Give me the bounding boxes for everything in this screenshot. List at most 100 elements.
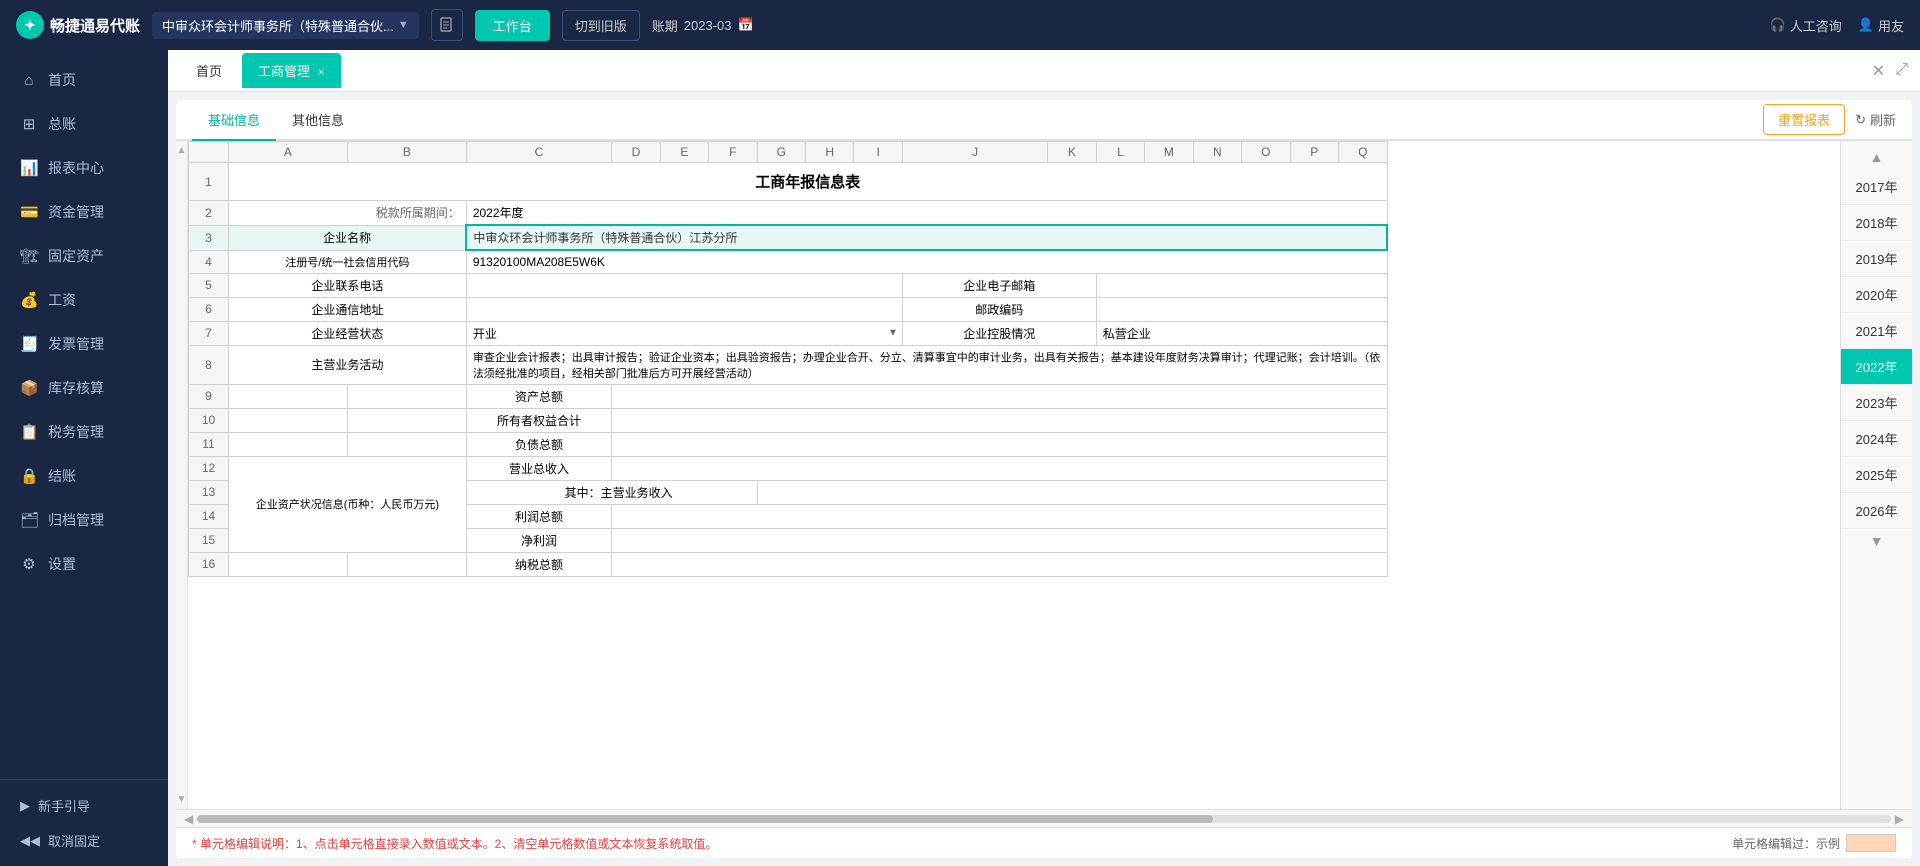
topbar: ✦ 畅捷通易代账 中审众环会计师事务所（特殊普通合伙... ▼ 工作台 切到旧版…	[0, 0, 1920, 50]
corner-cell	[189, 142, 229, 163]
year-2020[interactable]: 2020年	[1841, 277, 1912, 313]
year-2018[interactable]: 2018年	[1841, 205, 1912, 241]
sidebar-item-fund[interactable]: 💳 资金管理	[0, 190, 168, 234]
net-profit-value[interactable]	[612, 528, 1387, 552]
asset-value-11[interactable]	[612, 432, 1387, 456]
calendar-icon[interactable]: 📅	[738, 17, 754, 33]
biz-status-value[interactable]: 开业 ▼	[466, 321, 902, 345]
table-row: 9 资产总额	[189, 384, 1388, 408]
sidebar-scroll: ⌂ 首页 ⊞ 总账 📊 报表中心 💳 资金管理 🏗 固定资产 💰 工资	[0, 58, 168, 779]
year-2026[interactable]: 2026年	[1841, 493, 1912, 529]
sidebar-item-inventory[interactable]: 📦 库存核算	[0, 366, 168, 410]
ledger-icon: ⊞	[20, 115, 38, 133]
row-num-16: 16	[189, 552, 229, 576]
company-dropdown-icon: ▼	[398, 19, 409, 31]
postcode-value[interactable]	[1096, 297, 1387, 321]
close-accounts-icon: 🔒	[20, 467, 38, 485]
reg-num-value[interactable]: 91320100MA208E5W6K	[466, 250, 1387, 273]
year-2022[interactable]: 2022年	[1841, 349, 1912, 385]
user-menu[interactable]: 👤 用友	[1858, 16, 1904, 35]
holding-value[interactable]: 私营企业	[1096, 321, 1387, 345]
year-2023[interactable]: 2023年	[1841, 385, 1912, 421]
workbench-button[interactable]: 工作台	[475, 10, 550, 41]
left-scroll-indicator[interactable]: ▲ ▼	[176, 141, 188, 809]
report-icon: 📊	[20, 159, 38, 177]
tab-home[interactable]: 首页	[180, 53, 238, 88]
sidebar-item-report[interactable]: 📊 报表中心	[0, 146, 168, 190]
sidebar-item-settings[interactable]: ⚙ 设置	[0, 542, 168, 586]
row-num-13: 13	[189, 480, 229, 504]
year-2019[interactable]: 2019年	[1841, 241, 1912, 277]
postcode-label: 邮政编码	[902, 297, 1096, 321]
tab-business[interactable]: 工商管理 ×	[242, 53, 341, 88]
sidebar-label-ledger: 总账	[48, 114, 76, 134]
company-name-value[interactable]: 中审众环会计师事务所（特殊普通合伙）江苏分所	[466, 225, 1387, 250]
unpin-button[interactable]: ◀◀ 取消固定	[0, 823, 168, 858]
subtab-basic[interactable]: 基础信息	[192, 100, 276, 141]
document-icon[interactable]	[431, 9, 463, 41]
refresh-button[interactable]: ↻ 刷新	[1855, 110, 1896, 129]
fund-icon: 💳	[20, 203, 38, 221]
tab-close-button[interactable]: ×	[318, 65, 325, 79]
sidebar-item-invoice[interactable]: 🧾 发票管理	[0, 322, 168, 366]
asset-value-10[interactable]	[612, 408, 1387, 432]
period-value-cell[interactable]: 2022年度	[466, 201, 1387, 226]
main-revenue-value[interactable]	[757, 480, 1387, 504]
h-scrollbar-track[interactable]	[197, 815, 1891, 823]
table-row: 5 企业联系电话 企业电子邮箱	[189, 273, 1388, 297]
page-content: 基础信息 其他信息 重置报表 ↻ 刷新 ▲ ▼	[176, 100, 1912, 858]
table-row: 10 所有者权益合计	[189, 408, 1388, 432]
sidebar-item-ledger[interactable]: ⊞ 总账	[0, 102, 168, 146]
reset-button[interactable]: 重置报表	[1763, 104, 1845, 135]
inventory-icon: 📦	[20, 379, 38, 397]
sidebar-item-close[interactable]: 🔒 结账	[0, 454, 168, 498]
profit-total-label: 利润总额	[466, 504, 611, 528]
table-row: 11 负债总额	[189, 432, 1388, 456]
total-tax-value[interactable]	[612, 552, 1387, 576]
main-biz-value[interactable]: 审查企业会计报表；出具审计报告；验证企业资本；出具验资报告；办理企业合开、分立、…	[466, 345, 1387, 384]
profit-total-value[interactable]	[612, 504, 1387, 528]
total-revenue-value[interactable]	[612, 456, 1387, 480]
year-2021[interactable]: 2021年	[1841, 313, 1912, 349]
sidebar-bottom: ▶ 新手引导 ◀◀ 取消固定	[0, 779, 168, 866]
asset-value-9[interactable]	[612, 384, 1387, 408]
help-label: 人工咨询	[1790, 16, 1842, 35]
sidebar-item-tax[interactable]: 📋 税务管理	[0, 410, 168, 454]
col-header-f: F	[709, 142, 757, 163]
sidebar-item-salary[interactable]: 💰 工资	[0, 278, 168, 322]
col-header-c: C	[466, 142, 611, 163]
guide-button[interactable]: ▶ 新手引导	[0, 788, 168, 823]
sidebar-item-home[interactable]: ⌂ 首页	[0, 58, 168, 102]
subtab-other[interactable]: 其他信息	[276, 100, 360, 141]
refresh-icon: ↻	[1855, 112, 1866, 128]
sidebar-item-assets[interactable]: 🏗 固定资产	[0, 234, 168, 278]
year-panel-up[interactable]: ▲	[1841, 145, 1912, 169]
row-num-3: 3	[189, 225, 229, 250]
guide-icon: ▶	[20, 798, 30, 814]
col-header-k: K	[1048, 142, 1096, 163]
email-label: 企业电子邮箱	[902, 273, 1096, 297]
spreadsheet-container[interactable]: A B C D E F G H I J K L	[188, 141, 1840, 809]
email-value[interactable]	[1096, 273, 1387, 297]
help-button[interactable]: 🎧 人工咨询	[1770, 16, 1842, 35]
close-window-icon[interactable]: ✕	[1872, 61, 1885, 81]
row-num-8: 8	[189, 345, 229, 384]
assets-icon: 🏗	[20, 247, 38, 265]
year-2024[interactable]: 2024年	[1841, 421, 1912, 457]
example-box	[1846, 834, 1896, 852]
row-num-10: 10	[189, 408, 229, 432]
phone-value[interactable]	[466, 273, 902, 297]
row-num-2: 2	[189, 201, 229, 226]
company-selector[interactable]: 中审众环会计师事务所（特殊普通合伙... ▼	[152, 12, 419, 39]
address-value[interactable]	[466, 297, 902, 321]
sidebar-item-archive[interactable]: 🗂 归档管理	[0, 498, 168, 542]
year-2025[interactable]: 2025年	[1841, 457, 1912, 493]
year-panel-down[interactable]: ▼	[1841, 529, 1912, 553]
scroll-right-button[interactable]: ▶	[1891, 812, 1908, 826]
asset-group-label2-9	[347, 384, 466, 408]
old-version-button[interactable]: 切到旧版	[562, 10, 640, 41]
year-2017[interactable]: 2017年	[1841, 169, 1912, 205]
scroll-left-button[interactable]: ◀	[180, 812, 197, 826]
expand-icon[interactable]: ⤢	[1895, 61, 1908, 81]
table-row: 4 注册号/统一社会信用代码 91320100MA208E5W6K	[189, 250, 1388, 273]
